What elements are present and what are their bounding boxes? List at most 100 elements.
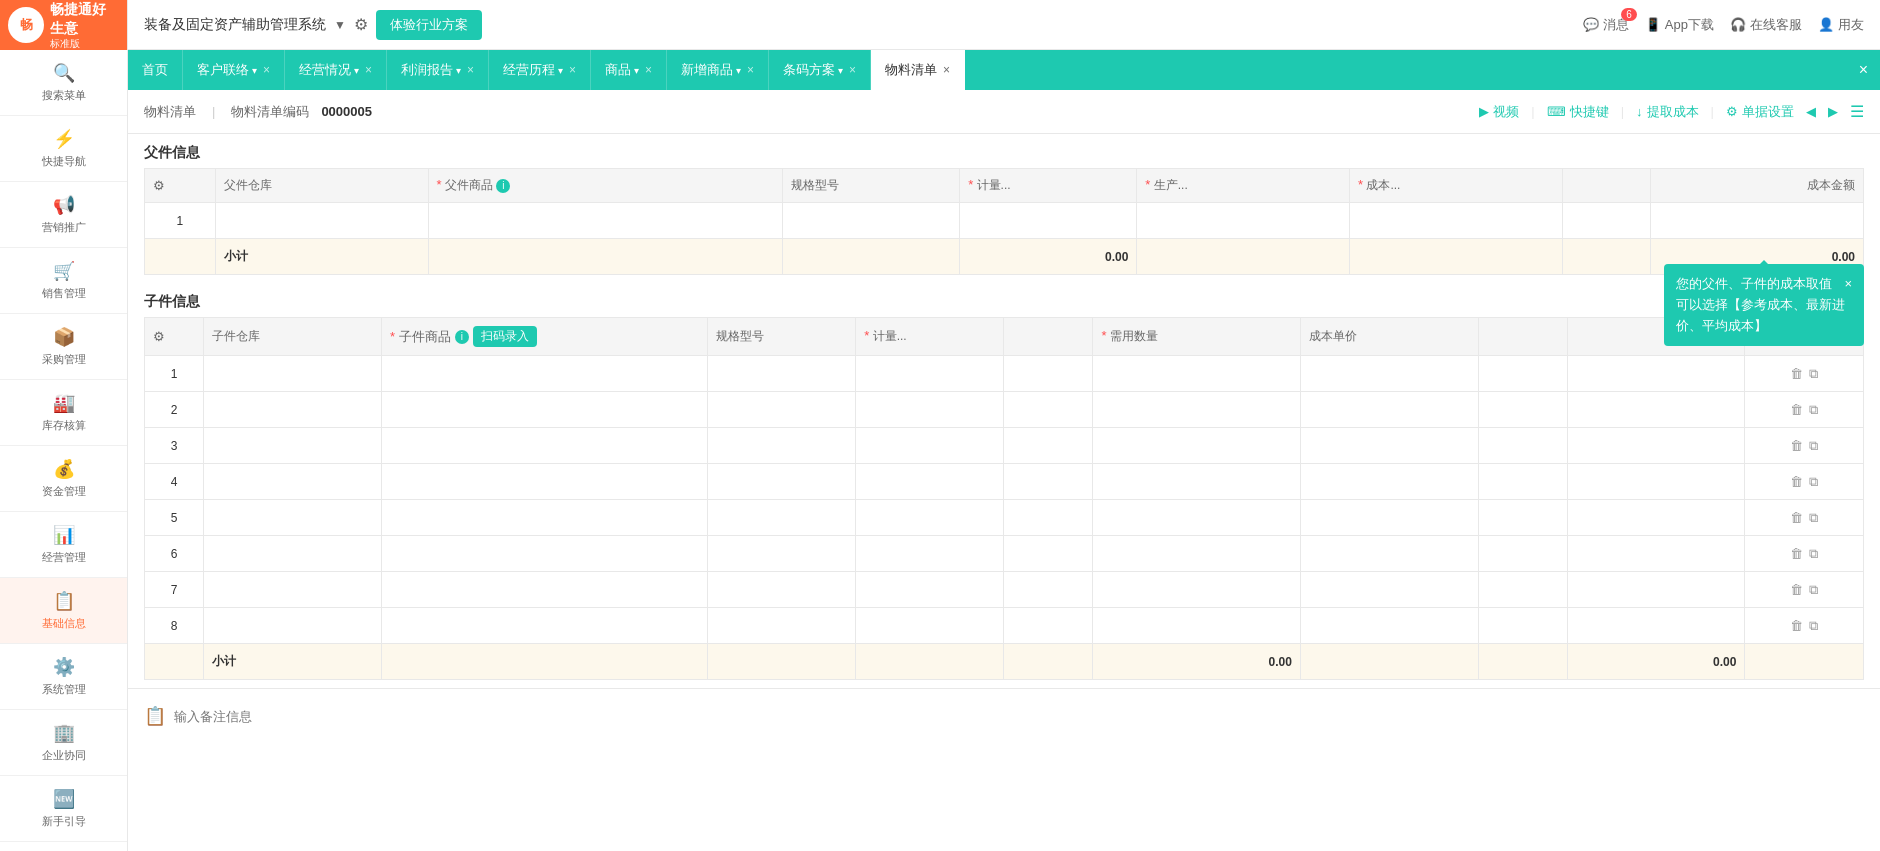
sidebar-item-purchase[interactable]: 📦 采购管理 xyxy=(0,314,127,380)
delete-icon-5[interactable]: 🗑 xyxy=(1790,510,1803,526)
child-row-1-cost-amount xyxy=(1567,356,1745,392)
copy-icon-3[interactable]: ⧉ xyxy=(1809,438,1818,454)
copy-icon-6[interactable]: ⧉ xyxy=(1809,546,1818,562)
tab-profit-close[interactable]: × xyxy=(467,63,474,77)
sidebar-item-label: 新手引导 xyxy=(42,814,86,829)
sidebar-item-marketing[interactable]: 📢 营销推广 xyxy=(0,182,127,248)
sidebar-item-basic-info[interactable]: 📋 基础信息 xyxy=(0,578,127,644)
child-row-1-unit-cost[interactable] xyxy=(1300,356,1478,392)
system-select-icon[interactable]: ▼ xyxy=(334,18,346,32)
tab-new-goods-close[interactable]: × xyxy=(747,63,754,77)
copy-icon-2[interactable]: ⧉ xyxy=(1809,402,1818,418)
settings-icon: ⚙️ xyxy=(53,656,75,678)
tab-bom-close[interactable]: × xyxy=(943,63,950,77)
tooltip-close-button[interactable]: × xyxy=(1844,274,1852,295)
tab-history[interactable]: 经营历程 ▾ × xyxy=(489,50,591,90)
online-service-label: 在线客服 xyxy=(1750,16,1802,34)
tab-customer-label: 客户联络 xyxy=(197,61,249,79)
copy-icon-1[interactable]: ⧉ xyxy=(1809,366,1818,382)
tab-operations-close[interactable]: × xyxy=(365,63,372,77)
single-settings-action[interactable]: ⚙ 单据设置 xyxy=(1726,103,1794,121)
sidebar-item-label: 系统管理 xyxy=(42,682,86,697)
child-row-1-qty[interactable] xyxy=(1093,356,1300,392)
tab-customer[interactable]: 客户联络 ▾ × xyxy=(183,50,285,90)
parent-col-settings[interactable]: ⚙ xyxy=(145,169,216,203)
chevron-down-icon: ▾ xyxy=(838,65,843,76)
delete-icon-4[interactable]: 🗑 xyxy=(1790,474,1803,490)
child-row-1-unit[interactable] xyxy=(856,356,1004,392)
message-button[interactable]: 💬 消息 6 xyxy=(1583,16,1629,34)
sidebar-item-inventory[interactable]: 🏭 库存核算 xyxy=(0,380,127,446)
parent-row-num: 1 xyxy=(145,203,216,239)
sidebar-item-sales[interactable]: 🛒 销售管理 xyxy=(0,248,127,314)
view-label: 视频 xyxy=(1493,103,1519,121)
copy-icon-4[interactable]: ⧉ xyxy=(1809,474,1818,490)
sidebar-item-search[interactable]: 🔍 搜索菜单 xyxy=(0,50,127,116)
copy-icon-8[interactable]: ⧉ xyxy=(1809,618,1818,634)
view-action[interactable]: ▶ 视频 xyxy=(1479,103,1519,121)
message-icon: 💬 xyxy=(1583,17,1599,32)
tab-history-close[interactable]: × xyxy=(569,63,576,77)
sidebar-item-operations[interactable]: 📊 经营管理 xyxy=(0,512,127,578)
tab-barcode[interactable]: 条码方案 ▾ × xyxy=(769,50,871,90)
single-settings-label: 单据设置 xyxy=(1742,103,1794,121)
parent-row-goods[interactable] xyxy=(428,203,782,239)
trial-button[interactable]: 体验行业方案 xyxy=(376,10,482,40)
parent-goods-info-icon[interactable]: i xyxy=(496,179,510,193)
parent-table-header-row: ⚙ 父件仓库 * 父件商品 i 规格型号 * 计量... xyxy=(145,169,1864,203)
parent-col-cost: * 成本... xyxy=(1350,169,1563,203)
parent-subtotal-col2 xyxy=(428,239,782,275)
tab-new-goods[interactable]: 新增商品 ▾ × xyxy=(667,50,769,90)
delete-icon-7[interactable]: 🗑 xyxy=(1790,582,1803,598)
copy-icon-7[interactable]: ⧉ xyxy=(1809,582,1818,598)
user-button[interactable]: 👤 用友 xyxy=(1818,16,1864,34)
tab-goods[interactable]: 商品 ▾ × xyxy=(591,50,667,90)
tab-home[interactable]: 首页 xyxy=(128,50,183,90)
remark-input[interactable] xyxy=(174,709,1864,724)
parent-row-spec[interactable] xyxy=(782,203,959,239)
tabbar-close-button[interactable]: × xyxy=(1847,61,1880,79)
sidebar-item-enterprise[interactable]: 🏢 企业协同 xyxy=(0,710,127,776)
tab-profit[interactable]: 利润报告 ▾ × xyxy=(387,50,489,90)
scan-button[interactable]: 扫码录入 xyxy=(473,326,537,347)
delete-icon-2[interactable]: 🗑 xyxy=(1790,402,1803,418)
app-download-button[interactable]: 📱 App下载 xyxy=(1645,16,1714,34)
parent-row-cost[interactable] xyxy=(1350,203,1563,239)
sidebar-item-quick-nav[interactable]: ⚡ 快捷导航 xyxy=(0,116,127,182)
copy-icon-5[interactable]: ⧉ xyxy=(1809,510,1818,526)
child-row-1-spec[interactable] xyxy=(708,356,856,392)
parent-row-warehouse[interactable] xyxy=(215,203,428,239)
tab-bom[interactable]: 物料清单 × xyxy=(871,50,965,90)
parent-row-unit[interactable] xyxy=(960,203,1137,239)
sidebar-item-label: 搜索菜单 xyxy=(42,88,86,103)
delete-icon-6[interactable]: 🗑 xyxy=(1790,546,1803,562)
sidebar-item-finance[interactable]: 💰 资金管理 xyxy=(0,446,127,512)
topbar-settings-button[interactable]: ⚙ xyxy=(354,15,368,34)
child-row-1-warehouse[interactable] xyxy=(204,356,382,392)
delete-icon-3[interactable]: 🗑 xyxy=(1790,438,1803,454)
sidebar-item-label: 经营管理 xyxy=(42,550,86,565)
parent-table: ⚙ 父件仓库 * 父件商品 i 规格型号 * 计量... xyxy=(144,168,1864,275)
parent-subtotal-col1: 小计 xyxy=(215,239,428,275)
child-section-title: 子件信息 xyxy=(144,283,1864,317)
child-col-spec: 规格型号 xyxy=(708,318,856,356)
delete-icon-1[interactable]: 🗑 xyxy=(1790,366,1803,382)
delete-icon-8[interactable]: 🗑 xyxy=(1790,618,1803,634)
sidebar-item-guide[interactable]: 🆕 新手引导 xyxy=(0,776,127,842)
child-row-1-goods[interactable] xyxy=(382,356,708,392)
parent-row-production[interactable] xyxy=(1137,203,1350,239)
shortcut-action[interactable]: ⌨ 快捷键 xyxy=(1547,103,1609,121)
sidebar-item-system[interactable]: ⚙️ 系统管理 xyxy=(0,644,127,710)
child-subtotal-row: 小计 0.00 0.00 xyxy=(145,644,1864,680)
tab-goods-close[interactable]: × xyxy=(645,63,652,77)
sidebar-item-label: 基础信息 xyxy=(42,616,86,631)
parent-col-goods: * 父件商品 i xyxy=(428,169,782,203)
child-goods-info-icon[interactable]: i xyxy=(455,330,469,344)
tab-customer-close[interactable]: × xyxy=(263,63,270,77)
online-service-button[interactable]: 🎧 在线客服 xyxy=(1730,16,1802,34)
child-col-settings[interactable]: ⚙ xyxy=(145,318,204,356)
app-download-label: App下载 xyxy=(1665,16,1714,34)
extract-cost-action[interactable]: ↓ 提取成本 xyxy=(1636,103,1699,121)
tab-barcode-close[interactable]: × xyxy=(849,63,856,77)
tab-operations[interactable]: 经营情况 ▾ × xyxy=(285,50,387,90)
